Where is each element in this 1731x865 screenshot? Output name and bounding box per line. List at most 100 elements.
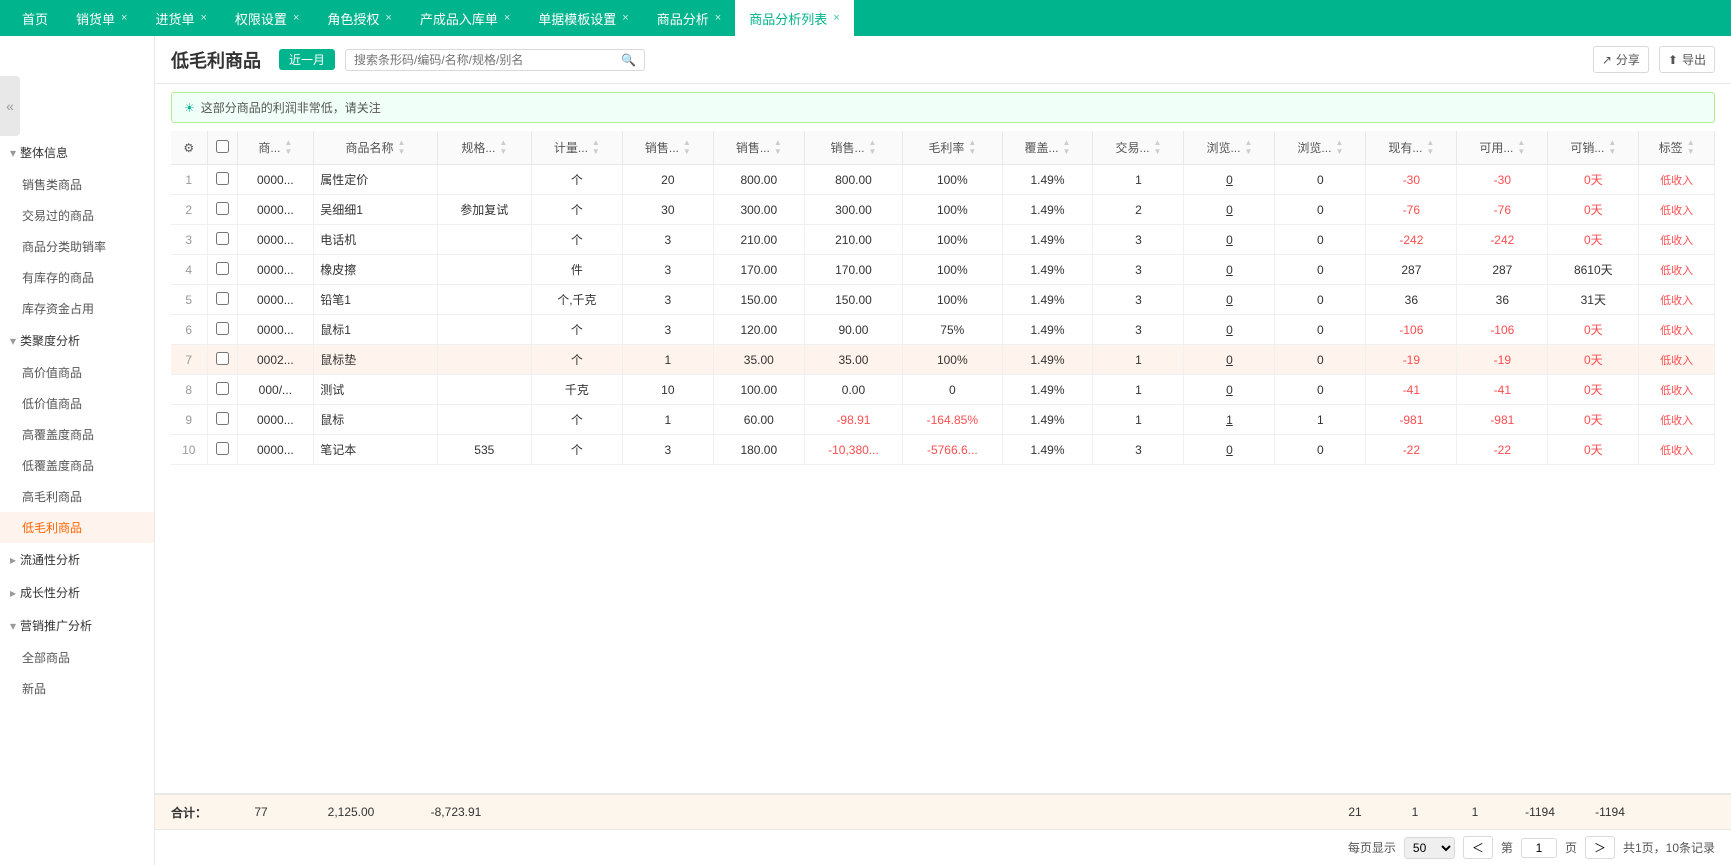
row-checkbox[interactable] xyxy=(216,412,229,425)
col-stock3[interactable]: 可销...▲▼ xyxy=(1548,131,1639,165)
prev-page-btn[interactable]: ＜ xyxy=(1463,836,1493,859)
col-tag[interactable]: 标签▲▼ xyxy=(1639,131,1715,165)
next-page-btn[interactable]: ＞ xyxy=(1585,836,1615,859)
search-input[interactable] xyxy=(354,53,617,67)
nav-sales[interactable]: 销货单 × xyxy=(62,0,141,36)
sidebar-item-stock-funds[interactable]: 库存资金占用 xyxy=(0,293,154,324)
col-code[interactable]: 商...▲▼ xyxy=(237,131,314,165)
sidebar-item-high-value[interactable]: 高价值商品 xyxy=(0,357,154,388)
sidebar-item-traded-products[interactable]: 交易过的商品 xyxy=(0,200,154,231)
select-all-checkbox[interactable] xyxy=(216,140,229,153)
nav-product-analysis-list[interactable]: 商品分析列表 × xyxy=(735,0,853,36)
row-checkbox[interactable] xyxy=(216,352,229,365)
nav-purchase[interactable]: 进货单 × xyxy=(141,0,220,36)
close-icon[interactable]: × xyxy=(200,12,206,24)
row-name[interactable]: 橡皮擦 xyxy=(314,255,437,285)
row-name[interactable]: 鼠标1 xyxy=(314,315,437,345)
col-trans[interactable]: 交易...▲▼ xyxy=(1093,131,1184,165)
nav-product-entry[interactable]: 产成品入库单 × xyxy=(406,0,524,36)
col-gross-rate[interactable]: 毛利率▲▼ xyxy=(903,131,1002,165)
sidebar-group-overall[interactable]: ▾ 整体信息 xyxy=(0,136,154,169)
close-icon[interactable]: × xyxy=(121,12,127,24)
row-name[interactable]: 吴细细1 xyxy=(314,195,437,225)
time-filter-btn[interactable]: 近一月 xyxy=(279,49,335,70)
row-name[interactable]: 测试 xyxy=(314,375,437,405)
col-name[interactable]: 商品名称▲▼ xyxy=(314,131,437,165)
close-icon[interactable]: × xyxy=(385,12,391,24)
page-input[interactable] xyxy=(1521,838,1557,858)
row-checkbox-cell[interactable] xyxy=(207,405,237,435)
row-name[interactable]: 笔记本 xyxy=(314,435,437,465)
row-checkbox[interactable] xyxy=(216,262,229,275)
col-unit[interactable]: 计量...▲▼ xyxy=(531,131,622,165)
row-checkbox[interactable] xyxy=(216,442,229,455)
col-view1[interactable]: 浏览...▲▼ xyxy=(1184,131,1275,165)
row-checkbox-cell[interactable] xyxy=(207,375,237,405)
nav-roles[interactable]: 角色授权 × xyxy=(313,0,405,36)
row-name[interactable]: 鼠标垫 xyxy=(314,345,437,375)
col-stock1[interactable]: 现有...▲▼ xyxy=(1366,131,1457,165)
row-checkbox[interactable] xyxy=(216,292,229,305)
row-checkbox[interactable] xyxy=(216,172,229,185)
close-icon[interactable]: × xyxy=(833,12,839,24)
row-view1[interactable]: 0 xyxy=(1184,315,1275,345)
sidebar-item-low-coverage[interactable]: 低覆盖度商品 xyxy=(0,450,154,481)
sidebar-item-low-gross[interactable]: 低毛利商品 xyxy=(0,512,154,543)
col-stock2[interactable]: 可用...▲▼ xyxy=(1457,131,1548,165)
search-icon[interactable]: 🔍 xyxy=(621,53,636,67)
nav-permissions[interactable]: 权限设置 × xyxy=(221,0,313,36)
row-checkbox-cell[interactable] xyxy=(207,255,237,285)
col-settings[interactable]: ⚙ xyxy=(171,131,207,165)
row-name[interactable]: 鼠标 xyxy=(314,405,437,435)
row-view1[interactable]: 1 xyxy=(1184,405,1275,435)
row-checkbox-cell[interactable] xyxy=(207,195,237,225)
row-name[interactable]: 电话机 xyxy=(314,225,437,255)
row-view1[interactable]: 0 xyxy=(1184,375,1275,405)
col-spec[interactable]: 规格...▲▼ xyxy=(437,131,531,165)
sidebar-group-cluster[interactable]: ▾ 类聚度分析 xyxy=(0,324,154,357)
share-button[interactable]: ↗ 分享 xyxy=(1593,46,1649,73)
sidebar-item-high-gross[interactable]: 高毛利商品 xyxy=(0,481,154,512)
col-sales1[interactable]: 销售...▲▼ xyxy=(622,131,713,165)
row-checkbox[interactable] xyxy=(216,382,229,395)
sidebar-item-low-value[interactable]: 低价值商品 xyxy=(0,388,154,419)
table-container[interactable]: ⚙ 商...▲▼ 商品名称▲▼ 规格...▲▼ 计量...▲▼ 销售...▲▼ … xyxy=(155,131,1731,793)
row-view1[interactable]: 0 xyxy=(1184,165,1275,195)
row-checkbox[interactable] xyxy=(216,202,229,215)
close-icon[interactable]: × xyxy=(504,12,510,24)
row-view1[interactable]: 0 xyxy=(1184,255,1275,285)
sidebar-collapse-btn[interactable]: « xyxy=(0,76,20,136)
row-checkbox-cell[interactable] xyxy=(207,315,237,345)
row-checkbox-cell[interactable] xyxy=(207,435,237,465)
nav-home[interactable]: 首页 xyxy=(8,0,62,36)
row-view1[interactable]: 0 xyxy=(1184,225,1275,255)
close-icon[interactable]: × xyxy=(715,12,721,24)
row-checkbox[interactable] xyxy=(216,322,229,335)
row-view1[interactable]: 0 xyxy=(1184,195,1275,225)
sidebar-group-flow[interactable]: ▸ 流通性分析 xyxy=(0,543,154,576)
sidebar-item-all-products[interactable]: 全部商品 xyxy=(0,642,154,673)
nav-product-analysis[interactable]: 商品分析 × xyxy=(643,0,735,36)
row-checkbox-cell[interactable] xyxy=(207,345,237,375)
col-sales3[interactable]: 销售...▲▼ xyxy=(804,131,902,165)
sidebar-item-in-stock[interactable]: 有库存的商品 xyxy=(0,262,154,293)
nav-template-settings[interactable]: 单据模板设置 × xyxy=(524,0,642,36)
row-view1[interactable]: 0 xyxy=(1184,435,1275,465)
col-cover[interactable]: 覆盖...▲▼ xyxy=(1002,131,1093,165)
sidebar-item-new-products[interactable]: 新品 xyxy=(0,673,154,704)
sidebar-group-growth[interactable]: ▸ 成长性分析 xyxy=(0,576,154,609)
sidebar-item-high-coverage[interactable]: 高覆盖度商品 xyxy=(0,419,154,450)
sidebar-group-marketing[interactable]: ▾ 营销推广分析 xyxy=(0,609,154,642)
row-name[interactable]: 铅笔1 xyxy=(314,285,437,315)
col-view2[interactable]: 浏览...▲▼ xyxy=(1275,131,1366,165)
row-checkbox-cell[interactable] xyxy=(207,165,237,195)
sidebar-item-sales-products[interactable]: 销售类商品 xyxy=(0,169,154,200)
row-checkbox-cell[interactable] xyxy=(207,225,237,255)
sidebar-item-category-sales-rate[interactable]: 商品分类助销率 xyxy=(0,231,154,262)
per-page-select[interactable]: 50 100 200 xyxy=(1404,837,1455,859)
row-checkbox-cell[interactable] xyxy=(207,285,237,315)
col-sales2[interactable]: 销售...▲▼ xyxy=(713,131,804,165)
row-checkbox[interactable] xyxy=(216,232,229,245)
export-button[interactable]: ⬆ 导出 xyxy=(1659,46,1715,73)
close-icon[interactable]: × xyxy=(622,12,628,24)
